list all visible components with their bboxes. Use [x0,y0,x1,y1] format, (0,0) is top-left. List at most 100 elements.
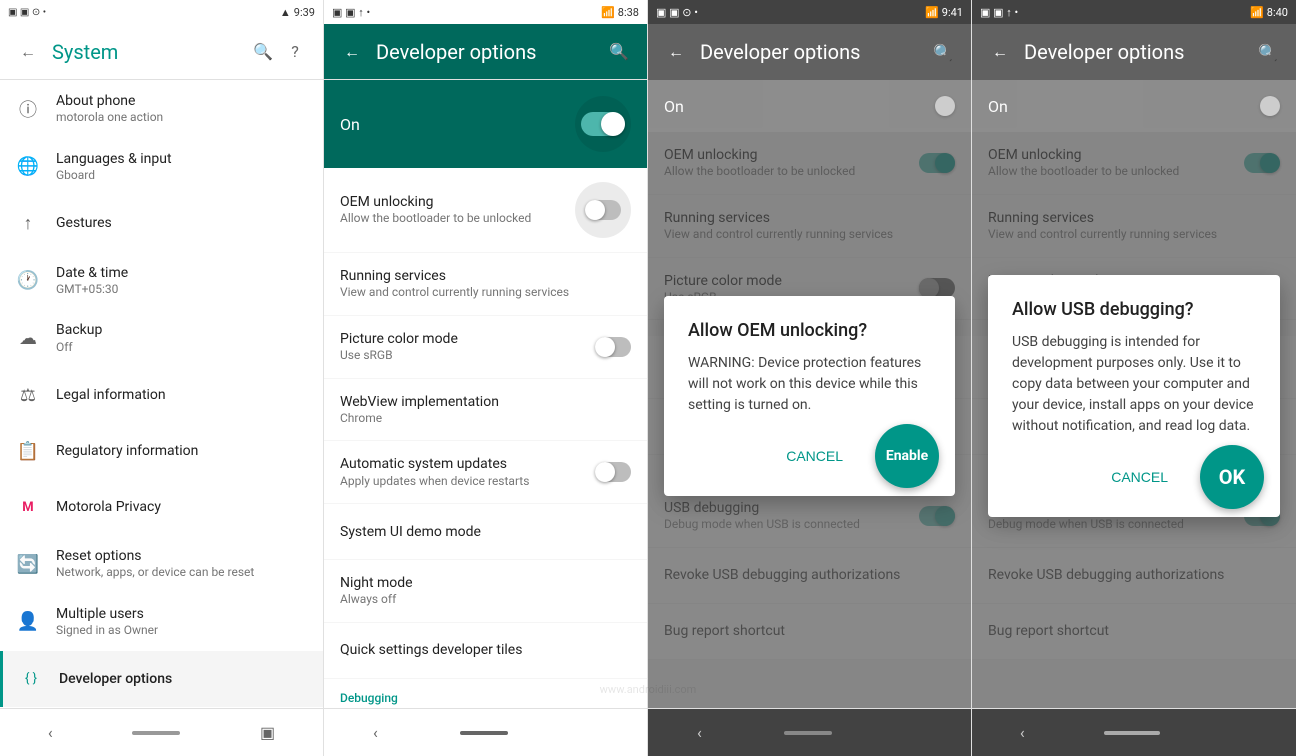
picture-toggle-2[interactable] [595,337,631,357]
on-off-toggle-3[interactable] [919,96,955,116]
back-button-2[interactable]: ← [340,40,364,64]
back-button-4[interactable]: ← [988,40,1012,64]
setting-picture-color-2[interactable]: Picture color mode Use sRGB [324,316,647,379]
status-bar-2: ▣ ▣ ↑ • 📶 8:38 [324,0,647,24]
back-nav-1[interactable]: ‹ [32,715,69,750]
cancel-button-3[interactable]: Cancel [770,432,859,480]
on-off-thumb-2 [601,112,625,136]
setting-quick-title-2: Quick settings developer tiles [340,641,631,659]
nav-multiuser-title: Multiple users [56,605,307,623]
dialog-title-4: Allow USB debugging? [1012,299,1256,320]
nav-developer-title: Developer options [59,670,307,688]
languages-icon: 🌐 [16,155,40,179]
nav-datetime-text: Date & time GMT+05:30 [56,264,307,298]
oem-toggle-2[interactable] [585,200,621,220]
app-title-2: Developer options [376,40,595,64]
ok-button-4[interactable]: OK [1200,445,1264,509]
nav-legal[interactable]: ⚖ Legal information [0,367,323,423]
nav-about-phone[interactable]: ⓘ About phone motorola one action [0,80,323,138]
setting-night-mode-2[interactable]: Night mode Always off [324,560,647,623]
status-icons-left-2: ▣ ▣ ↑ • [332,6,370,19]
setting-ui-demo-2[interactable]: System UI demo mode [324,504,647,560]
nav-about-subtitle: motorola one action [56,110,307,126]
on-off-row-4: On [972,80,1296,132]
app-bar-icons-4: 🔍 [1256,40,1280,64]
help-button-1[interactable]: ? [283,40,307,64]
nav-multiuser[interactable]: 👤 Multiple users Signed in as Owner [0,593,323,651]
on-off-toggle-2[interactable] [581,112,625,136]
enable-btn-container: Enable [867,432,931,480]
recents-nav-1[interactable]: ▣ [244,715,291,750]
motorola-icon: M [16,495,40,519]
on-off-thumb-3 [935,96,955,116]
nav-languages-title: Languages & input [56,150,307,168]
on-off-toggle-highlight-2[interactable] [575,96,631,152]
nav-languages[interactable]: 🌐 Languages & input Gboard [0,138,323,196]
status-icons-left-1: ▣ ▣ ⊙ • [8,7,46,18]
on-off-toggle-4[interactable] [1244,96,1280,116]
nav-multiuser-subtitle: Signed in as Owner [56,623,307,639]
nav-reset-title: Reset options [56,547,307,565]
status-icons-right-2: 📶 8:38 [601,6,639,19]
search-button-2[interactable]: 🔍 [607,40,631,64]
setting-webview-2[interactable]: WebView implementation Chrome [324,379,647,442]
setting-picture-text-2: Picture color mode Use sRGB [340,330,595,364]
back-nav-4[interactable]: ‹ [1004,715,1041,750]
setting-auto-subtitle-2: Apply updates when device restarts [340,474,595,490]
home-indicator-4[interactable] [1104,731,1160,735]
dialog-body-3: WARNING: Device protection features will… [688,353,931,416]
panel-developer-options: ▣ ▣ ↑ • 📶 8:38 ← Developer options 🔍 On … [324,0,648,756]
nav-developer-options[interactable]: { } Developer options [0,651,323,707]
bottom-bar-1: ‹ ▣ [0,708,323,756]
back-button-1[interactable]: ← [16,40,40,64]
dialog-actions-3: Cancel Enable [688,424,931,488]
dialog-title-3: Allow OEM unlocking? [688,320,931,341]
setting-quick-tiles-2[interactable]: Quick settings developer tiles [324,623,647,679]
app-bar-icons-3: 🔍 [931,40,955,64]
setting-night-subtitle-2: Always off [340,592,631,608]
setting-auto-updates-2[interactable]: Automatic system updates Apply updates w… [324,441,647,504]
setting-webview-subtitle-2: Chrome [340,411,631,427]
nav-regulatory[interactable]: 📋 Regulatory information [0,423,323,479]
nav-datetime[interactable]: 🕐 Date & time GMT+05:30 [0,252,323,310]
search-button-4[interactable]: 🔍 [1256,40,1280,64]
back-nav-3[interactable]: ‹ [681,715,718,750]
nav-motorola-privacy[interactable]: M Motorola Privacy [0,479,323,535]
search-button-3[interactable]: 🔍 [931,40,955,64]
status-bar-4: ▣ ▣ ↑ • 📶 8:40 [972,0,1296,24]
dimmed-content-3: OEM unlocking Allow the bootloader to be… [648,132,971,708]
nav-languages-text: Languages & input Gboard [56,150,307,184]
setting-oem-title-2: OEM unlocking [340,193,575,211]
setting-running-text-2: Running services View and control curren… [340,267,631,301]
dialog-actions-4: Cancel OK [1012,445,1256,509]
nav-datetime-subtitle: GMT+05:30 [56,282,307,298]
setting-oem-unlocking-2[interactable]: OEM unlocking Allow the bootloader to be… [324,168,647,253]
app-title-1: System [52,40,239,64]
dialog-wrapper-4: Allow USB debugging? USB debugging is in… [972,132,1296,660]
nav-list-1: ⓘ About phone motorola one action 🌐 Lang… [0,80,323,708]
enable-button-3[interactable]: Enable [875,424,939,488]
cancel-button-4[interactable]: Cancel [1095,453,1184,501]
search-button-1[interactable]: 🔍 [251,40,275,64]
app-bar-2: ← Developer options 🔍 [324,24,647,80]
nav-gestures[interactable]: ↑ Gestures [0,196,323,252]
on-off-label-3: On [664,97,684,116]
setting-running-services-2[interactable]: Running services View and control curren… [324,253,647,316]
back-nav-2[interactable]: ‹ [357,715,394,750]
time-2: 8:38 [618,6,639,19]
home-indicator-1[interactable] [132,731,180,735]
app-bar-4: ← Developer options 🔍 [972,24,1296,80]
oem-toggle-highlight-2[interactable] [575,182,631,238]
dialog-wrapper-3: Allow OEM unlocking? WARNING: Device pro… [648,132,971,660]
notification-icons-2: ▣ ▣ ↑ • [332,6,370,19]
panel-system-settings: ▣ ▣ ⊙ • ▲ 9:39 ← System 🔍 ? ⓘ About phon… [0,0,324,756]
gestures-icon: ↑ [16,212,40,236]
setting-running-subtitle-2: View and control currently running servi… [340,285,631,301]
home-indicator-3[interactable] [784,731,832,735]
home-indicator-2[interactable] [460,731,508,735]
setting-quick-text-2: Quick settings developer tiles [340,641,631,659]
auto-toggle-2[interactable] [595,462,631,482]
back-button-3[interactable]: ← [664,40,688,64]
nav-reset[interactable]: 🔄 Reset options Network, apps, or device… [0,535,323,593]
nav-backup[interactable]: ☁ Backup Off [0,309,323,367]
